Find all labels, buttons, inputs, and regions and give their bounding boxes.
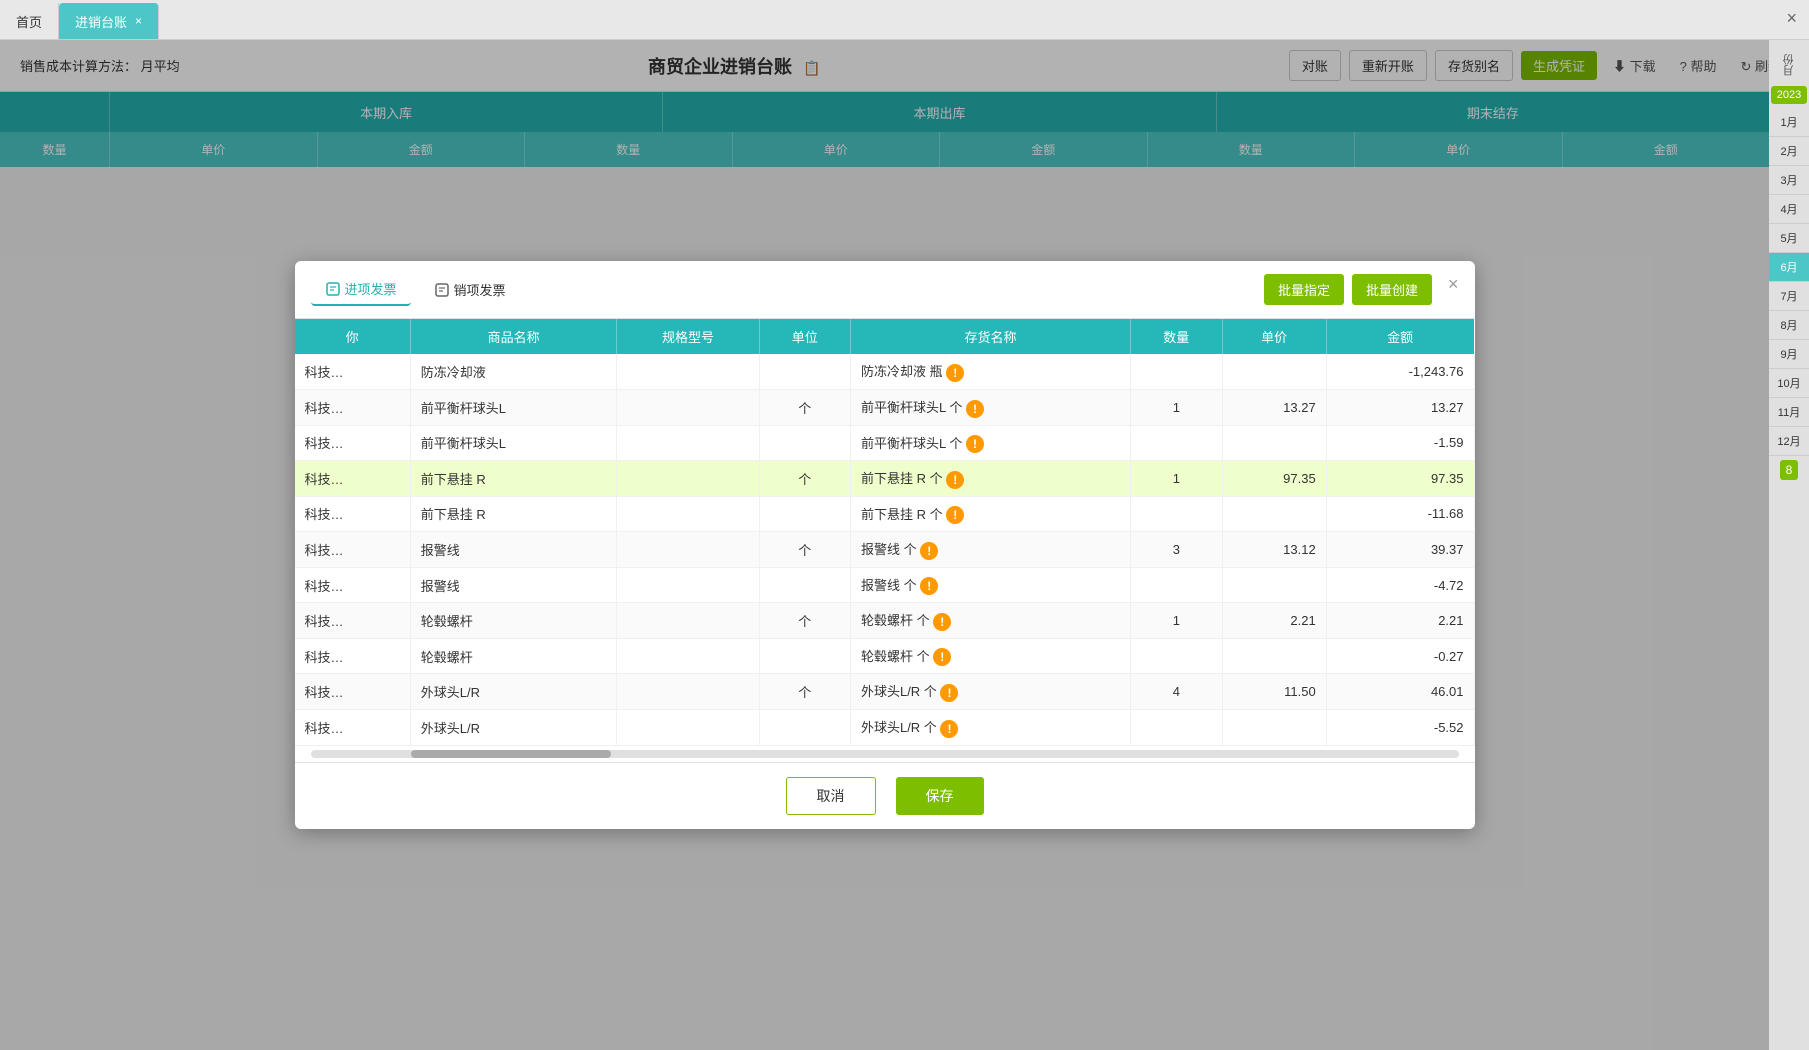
side-panel-month-label: 月份 xyxy=(1779,50,1799,80)
side-number-badge: 8 xyxy=(1780,460,1799,480)
warning-icon: ! xyxy=(946,471,964,489)
dialog-close-button[interactable]: × xyxy=(1448,274,1459,305)
th-col1: 你 xyxy=(295,319,411,354)
th-amount: 金额 xyxy=(1326,319,1474,354)
batch-assign-button[interactable]: 批量指定 xyxy=(1264,274,1344,305)
dialog-header: 进项发票 销项发票 批量指定 批量创建 × xyxy=(295,261,1475,319)
side-month-11[interactable]: 11月 xyxy=(1769,398,1809,427)
batch-create-button[interactable]: 批量创建 xyxy=(1352,274,1432,305)
outgoing-invoice-icon xyxy=(434,282,450,298)
table-row[interactable]: 科技…前下悬挂 R前下悬挂 R 个 !-11.68 xyxy=(295,496,1475,532)
th-unit: 单位 xyxy=(759,319,850,354)
tab-home[interactable]: 首页 xyxy=(0,3,59,39)
side-month-2[interactable]: 2月 xyxy=(1769,137,1809,166)
table-row[interactable]: 科技…外球头L/R外球头L/R 个 !-5.52 xyxy=(295,710,1475,746)
table-row[interactable]: 科技…前下悬挂 R个前下悬挂 R 个 !197.3597.35 xyxy=(295,461,1475,497)
dialog-footer: 取消 保存 xyxy=(295,762,1475,829)
warning-icon: ! xyxy=(946,506,964,524)
incoming-invoice-icon xyxy=(325,281,341,297)
side-panel: 月份 2023 1月 2月 3月 4月 5月 6月 7月 8月 9月 10月 1… xyxy=(1769,40,1809,1050)
warning-icon: ! xyxy=(946,364,964,382)
dialog: 进项发票 销项发票 批量指定 批量创建 × xyxy=(295,261,1475,828)
dialog-overlay: 进项发票 销项发票 批量指定 批量创建 × xyxy=(0,40,1769,1050)
table-row[interactable]: 科技…报警线个报警线 个 !313.1239.37 xyxy=(295,532,1475,568)
table-row[interactable]: 科技…防冻冷却液防冻冷却液 瓶 !-1,243.76 xyxy=(295,354,1475,389)
th-quantity: 数量 xyxy=(1131,319,1222,354)
cancel-button[interactable]: 取消 xyxy=(786,777,876,815)
side-month-10[interactable]: 10月 xyxy=(1769,369,1809,398)
warning-icon: ! xyxy=(940,720,958,738)
tab-ledger-close[interactable]: × xyxy=(135,14,142,28)
dialog-scrollbar-thumb[interactable] xyxy=(411,750,611,758)
tab-ledger-label: 进销台账 xyxy=(75,12,127,31)
tab-incoming-invoice[interactable]: 进项发票 xyxy=(311,273,411,306)
warning-icon: ! xyxy=(933,648,951,666)
side-month-3[interactable]: 3月 xyxy=(1769,166,1809,195)
table-row[interactable]: 科技…前平衡杆球头L前平衡杆球头L 个 !-1.59 xyxy=(295,425,1475,461)
table-body: 科技…防冻冷却液防冻冷却液 瓶 !-1,243.76科技…前平衡杆球头L个前平衡… xyxy=(295,354,1475,745)
dialog-table-wrapper[interactable]: 你 商品名称 规格型号 单位 存货名称 数量 单价 金额 科技…防冻冷却液防冻冷… xyxy=(295,319,1475,745)
side-month-1[interactable]: 1月 xyxy=(1769,108,1809,137)
save-button[interactable]: 保存 xyxy=(896,777,984,815)
table-header: 你 商品名称 规格型号 单位 存货名称 数量 单价 金额 xyxy=(295,319,1475,354)
main-area: 销售成本计算方法： 月平均 商贸企业进销台账 📋 对账 重新开账 存货别名 生成… xyxy=(0,40,1809,1050)
th-product-name: 商品名称 xyxy=(410,319,617,354)
th-spec-model: 规格型号 xyxy=(617,319,759,354)
th-inventory-name: 存货名称 xyxy=(850,319,1130,354)
tab-outgoing-label: 销项发票 xyxy=(454,280,506,299)
side-month-12[interactable]: 12月 xyxy=(1769,427,1809,456)
table-row[interactable]: 科技…报警线报警线 个 !-4.72 xyxy=(295,567,1475,603)
warning-icon: ! xyxy=(966,435,984,453)
window-close-btn[interactable]: × xyxy=(1786,8,1797,29)
table-row[interactable]: 科技…前平衡杆球头L个前平衡杆球头L 个 !113.2713.27 xyxy=(295,389,1475,425)
tab-incoming-label: 进项发票 xyxy=(345,279,397,298)
side-year-badge: 2023 xyxy=(1771,86,1807,104)
warning-icon: ! xyxy=(940,684,958,702)
tab-ledger[interactable]: 进销台账 × xyxy=(59,3,159,39)
side-month-7[interactable]: 7月 xyxy=(1769,282,1809,311)
dialog-header-buttons: 批量指定 批量创建 × xyxy=(1264,274,1459,305)
table-row[interactable]: 科技…外球头L/R个外球头L/R 个 !411.5046.01 xyxy=(295,674,1475,710)
side-month-4[interactable]: 4月 xyxy=(1769,195,1809,224)
th-unit-price: 单价 xyxy=(1222,319,1326,354)
warning-icon: ! xyxy=(920,542,938,560)
tab-bar: 首页 进销台账 × × xyxy=(0,0,1809,40)
tab-home-label: 首页 xyxy=(16,12,42,31)
side-month-8[interactable]: 8月 xyxy=(1769,311,1809,340)
warning-icon: ! xyxy=(933,613,951,631)
tab-outgoing-invoice[interactable]: 销项发票 xyxy=(419,273,521,306)
side-month-6[interactable]: 6月 xyxy=(1769,253,1809,282)
warning-icon: ! xyxy=(966,400,984,418)
warning-icon: ! xyxy=(920,577,938,595)
invoice-table: 你 商品名称 规格型号 单位 存货名称 数量 单价 金额 科技…防冻冷却液防冻冷… xyxy=(295,319,1475,745)
side-month-9[interactable]: 9月 xyxy=(1769,340,1809,369)
table-row[interactable]: 科技…轮毂螺杆轮毂螺杆 个 !-0.27 xyxy=(295,638,1475,674)
table-row[interactable]: 科技…轮毂螺杆个轮毂螺杆 个 !12.212.21 xyxy=(295,603,1475,639)
side-month-5[interactable]: 5月 xyxy=(1769,224,1809,253)
dialog-scrollbar[interactable] xyxy=(311,750,1459,758)
